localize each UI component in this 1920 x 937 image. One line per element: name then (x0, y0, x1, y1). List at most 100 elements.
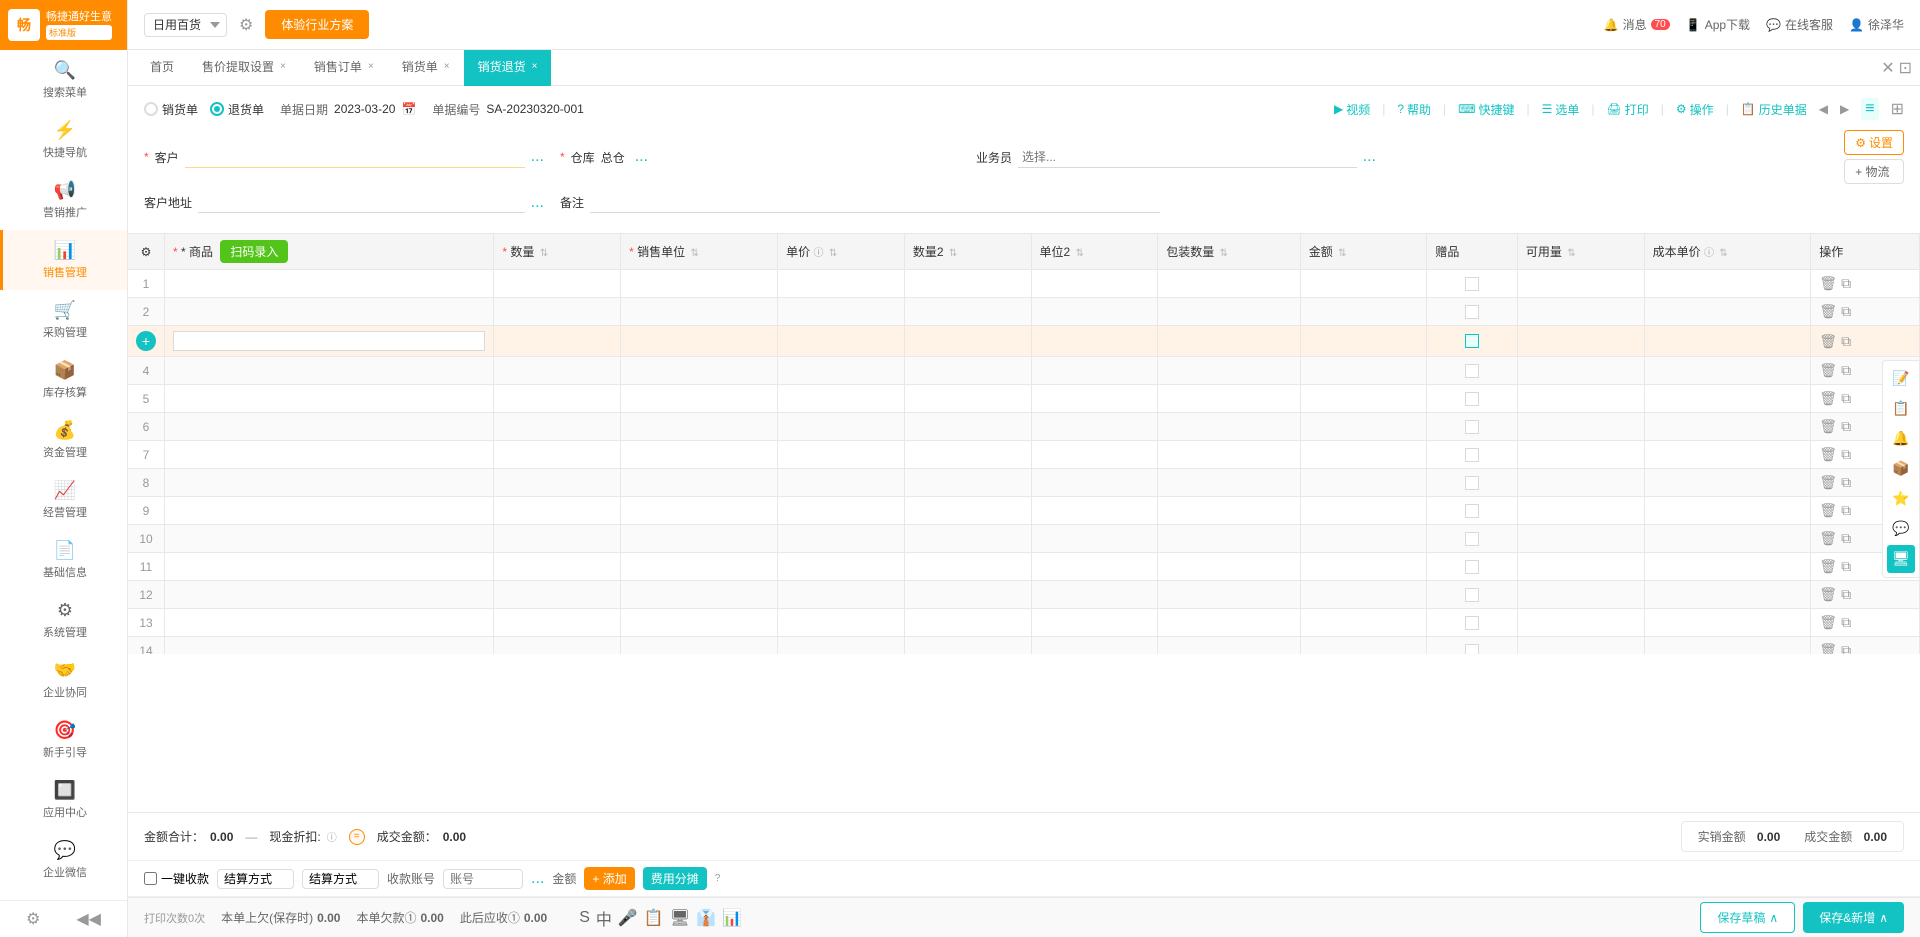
row-amount[interactable] (1300, 270, 1427, 298)
row-product[interactable] (165, 298, 494, 326)
save-new-btn[interactable]: 保存&新增 ∧ (1803, 902, 1904, 933)
delete-row-icon[interactable]: 🗑 (1819, 614, 1837, 631)
row-pack-qty[interactable] (1158, 298, 1301, 326)
gear-icon[interactable]: ⚙ (141, 245, 152, 259)
row-qty2[interactable] (904, 270, 1031, 298)
delete-row-icon[interactable]: 🗑 (1819, 446, 1837, 463)
tab-sales-bill[interactable]: 销货单 × (388, 50, 464, 86)
account-dots[interactable]: ... (531, 870, 544, 888)
collapse-icon[interactable]: ◀◀ (76, 909, 101, 929)
operation-item[interactable]: ⚙ 操作 (1676, 101, 1714, 118)
copy-row-icon[interactable]: ⧉ (1841, 390, 1851, 407)
sort-price-icon[interactable]: ⇅ (829, 248, 837, 259)
row-amount[interactable] (1300, 298, 1427, 326)
row-pack-qty[interactable] (1158, 270, 1301, 298)
sidebar-item-member[interactable]: V 畅会员 (0, 890, 127, 900)
onetime-pay-input[interactable] (144, 872, 157, 885)
right-panel-edit-btn[interactable]: 📝 (1887, 365, 1915, 393)
row-product[interactable] (165, 270, 494, 298)
sidebar-item-basic-info[interactable]: 📄 基础信息 (0, 530, 127, 590)
delete-row-icon[interactable]: 🗑 (1819, 390, 1837, 407)
row-unit2[interactable] (1031, 326, 1158, 357)
staff-dots[interactable]: ... (1363, 148, 1376, 166)
table-scroll[interactable]: ⚙ * * 商品 扫码录入 * 数量 ⇅ (128, 234, 1920, 654)
discount-info-icon[interactable]: ⓘ (327, 829, 337, 844)
row-pack-qty[interactable] (1158, 326, 1301, 357)
save-draft-btn[interactable]: 保存草稿 ∧ (1700, 902, 1795, 933)
cost-info-icon[interactable]: ⓘ (1704, 248, 1714, 259)
warehouse-dots[interactable]: ... (635, 148, 648, 166)
right-panel-chat-btn[interactable]: 💬 (1887, 515, 1915, 543)
right-panel-screen-btn[interactable]: 🖥 (1887, 545, 1915, 573)
history-item[interactable]: 📋 历史单据 (1741, 101, 1807, 118)
taskbar-icon-4[interactable]: 📋 (644, 908, 664, 928)
copy-row-icon[interactable]: ⧉ (1841, 303, 1851, 320)
user-item[interactable]: 👤 徐泽华 (1849, 16, 1904, 33)
customer-input[interactable] (185, 147, 525, 168)
delete-row-icon[interactable]: 🗑 (1819, 303, 1837, 320)
sort-unit-icon[interactable]: ⇅ (690, 248, 698, 259)
product-input[interactable] (173, 331, 485, 351)
print-item[interactable]: 🖨 打印 (1607, 101, 1649, 118)
video-help-item[interactable]: ▶ 视频 (1334, 101, 1370, 118)
price-info-icon[interactable]: ⓘ (813, 248, 823, 259)
tab-close-icon[interactable]: × (280, 61, 286, 72)
radio-sales-bill[interactable]: 销货单 (144, 101, 198, 118)
gift-checkbox[interactable] (1465, 476, 1479, 490)
trial-btn[interactable]: 体验行业方案 (265, 10, 369, 39)
delete-row-icon[interactable]: 🗑 (1819, 418, 1837, 435)
settings-bottom-icon[interactable]: ⚙ (26, 909, 40, 929)
gift-checkbox[interactable] (1465, 364, 1479, 378)
gift-checkbox[interactable] (1465, 588, 1479, 602)
row-qty[interactable] (494, 326, 621, 357)
maximize-icon[interactable]: ⊡ (1899, 58, 1912, 78)
copy-row-icon[interactable]: ⧉ (1841, 362, 1851, 379)
row-qty[interactable] (494, 298, 621, 326)
address-input[interactable] (198, 192, 525, 213)
settlement-select[interactable]: 结算方式 (217, 869, 294, 889)
gift-checkbox[interactable] (1465, 448, 1479, 462)
address-dots[interactable]: ... (531, 194, 544, 212)
delete-row-icon[interactable]: 🗑 (1819, 474, 1837, 491)
settings-btn[interactable]: ⚙ 设置 (1844, 130, 1904, 155)
gift-checkbox[interactable] (1465, 420, 1479, 434)
delete-row-icon[interactable]: 🗑 (1819, 362, 1837, 379)
right-panel-copy-btn[interactable]: 📋 (1887, 395, 1915, 423)
copy-row-icon[interactable]: ⧉ (1841, 530, 1851, 547)
taskbar-icon-6[interactable]: 👔 (696, 908, 716, 928)
copy-row-icon[interactable]: ⧉ (1841, 586, 1851, 603)
row-qty2[interactable] (904, 326, 1031, 357)
row-product[interactable] (165, 326, 494, 357)
sort-available-icon[interactable]: ⇅ (1567, 248, 1575, 259)
customer-dots[interactable]: ... (531, 148, 544, 166)
gift-checkbox[interactable] (1465, 560, 1479, 574)
delete-row-icon[interactable]: 🗑 (1819, 275, 1837, 292)
delete-row-icon[interactable]: 🗑 (1819, 502, 1837, 519)
account-input[interactable] (443, 869, 523, 889)
sort-qty-icon[interactable]: ⇅ (540, 248, 548, 259)
sort-amount-icon[interactable]: ⇅ (1338, 248, 1346, 259)
nav-prev-btn[interactable]: ◀ (1819, 102, 1828, 116)
note-input[interactable] (590, 192, 1160, 213)
close-all-tabs-icon[interactable]: ✕ (1881, 58, 1894, 78)
tab-price-setting[interactable]: 售价提取设置 × (188, 50, 300, 86)
copy-row-icon[interactable]: ⧉ (1841, 333, 1851, 350)
taskbar-icon-3[interactable]: 🎤 (618, 908, 638, 928)
gift-checkbox[interactable] (1465, 305, 1479, 319)
staff-input[interactable] (1018, 147, 1357, 168)
copy-row-icon[interactable]: ⧉ (1841, 418, 1851, 435)
row-price[interactable] (778, 298, 905, 326)
online-service-item[interactable]: 💬 在线客服 (1766, 16, 1833, 33)
copy-row-icon[interactable]: ⧉ (1841, 275, 1851, 292)
gift-checkbox[interactable] (1465, 392, 1479, 406)
expense-help-icon[interactable]: ? (715, 873, 721, 884)
tab-close-icon[interactable]: × (444, 61, 450, 72)
sidebar-item-quicknav[interactable]: ⚡ 快捷导航 (0, 110, 127, 170)
row-cost-price[interactable] (1644, 298, 1811, 326)
list-view-icon[interactable]: ≡ (1861, 98, 1878, 120)
add-row-btn[interactable]: + (136, 331, 156, 351)
right-panel-package-btn[interactable]: 📦 (1887, 455, 1915, 483)
copy-row-icon[interactable]: ⧉ (1841, 642, 1851, 654)
right-panel-star-btn[interactable]: ⭐ (1887, 485, 1915, 513)
row-cost-price[interactable] (1644, 270, 1811, 298)
